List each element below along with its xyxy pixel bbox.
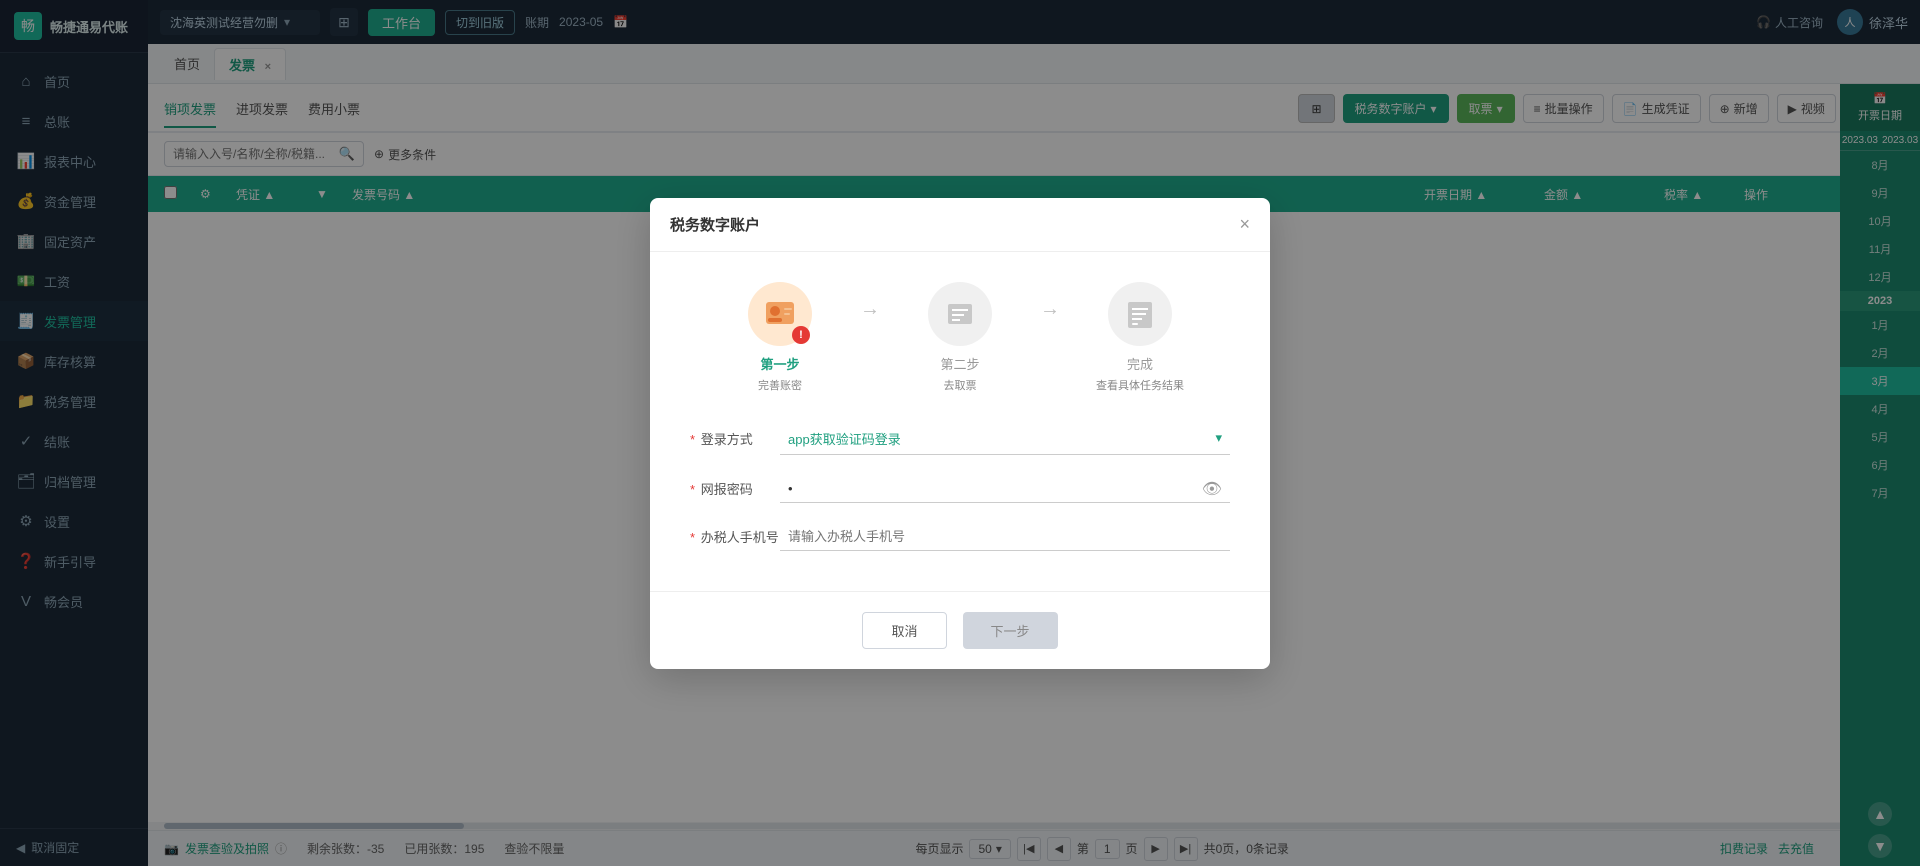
- step-1-icon: [762, 296, 798, 332]
- step-1-label: 第一步: [760, 354, 799, 373]
- step-1-badge: !: [792, 326, 810, 344]
- tax-digital-modal: 税务数字账户 × ! 第一步 完善账密: [650, 198, 1270, 669]
- login-method-row: * 登录方式 app获取验证码登录 ▾: [690, 423, 1230, 455]
- step-3-icon-wrap: [1108, 282, 1172, 346]
- cancel-button[interactable]: 取消: [862, 612, 946, 649]
- login-method-chevron-icon: ▾: [1215, 430, 1222, 446]
- step-3-icon: [1122, 296, 1158, 332]
- password-eye-icon[interactable]: 👁: [1202, 479, 1222, 499]
- step-2-icon-wrap: [928, 282, 992, 346]
- step-arrow-1: →: [840, 298, 900, 321]
- step-1: ! 第一步 完善账密: [720, 282, 840, 393]
- phone-input[interactable]: [780, 523, 1230, 551]
- login-method-select[interactable]: app获取验证码登录 ▾: [780, 423, 1230, 455]
- password-input[interactable]: [780, 475, 1230, 503]
- step-1-icon-wrap: !: [748, 282, 812, 346]
- step-arrow-2: →: [1020, 298, 1080, 321]
- step-3-sublabel: 查看具体任务结果: [1096, 377, 1184, 393]
- step-2-sublabel: 去取票: [944, 377, 977, 393]
- modal-footer: 取消 下一步: [650, 591, 1270, 669]
- modal-form: * 登录方式 app获取验证码登录 ▾ * 网报密码 👁: [650, 413, 1270, 591]
- required-star-1: *: [690, 432, 695, 447]
- steps-container: ! 第一步 完善账密 → 第二步 去取票: [650, 252, 1270, 413]
- step-2-label: 第二步: [940, 354, 979, 373]
- required-star-3: *: [690, 530, 695, 545]
- password-row: * 网报密码 👁: [690, 475, 1230, 503]
- login-method-value: app获取验证码登录: [788, 429, 901, 448]
- login-method-label: * 登录方式: [690, 429, 780, 448]
- step-2: 第二步 去取票: [900, 282, 1020, 393]
- step-3: 完成 查看具体任务结果: [1080, 282, 1200, 393]
- modal-title: 税务数字账户: [670, 214, 760, 235]
- required-star-2: *: [690, 482, 695, 497]
- step-3-label: 完成: [1127, 354, 1153, 373]
- password-label: * 网报密码: [690, 479, 780, 498]
- phone-row: * 办税人手机号: [690, 523, 1230, 551]
- modal-close-btn[interactable]: ×: [1239, 214, 1250, 235]
- phone-label: * 办税人手机号: [690, 527, 780, 546]
- step-1-sublabel: 完善账密: [758, 377, 802, 393]
- step-2-icon: [942, 296, 978, 332]
- modal-overlay: 税务数字账户 × ! 第一步 完善账密: [0, 0, 1920, 866]
- next-button[interactable]: 下一步: [963, 612, 1058, 649]
- modal-header: 税务数字账户 ×: [650, 198, 1270, 252]
